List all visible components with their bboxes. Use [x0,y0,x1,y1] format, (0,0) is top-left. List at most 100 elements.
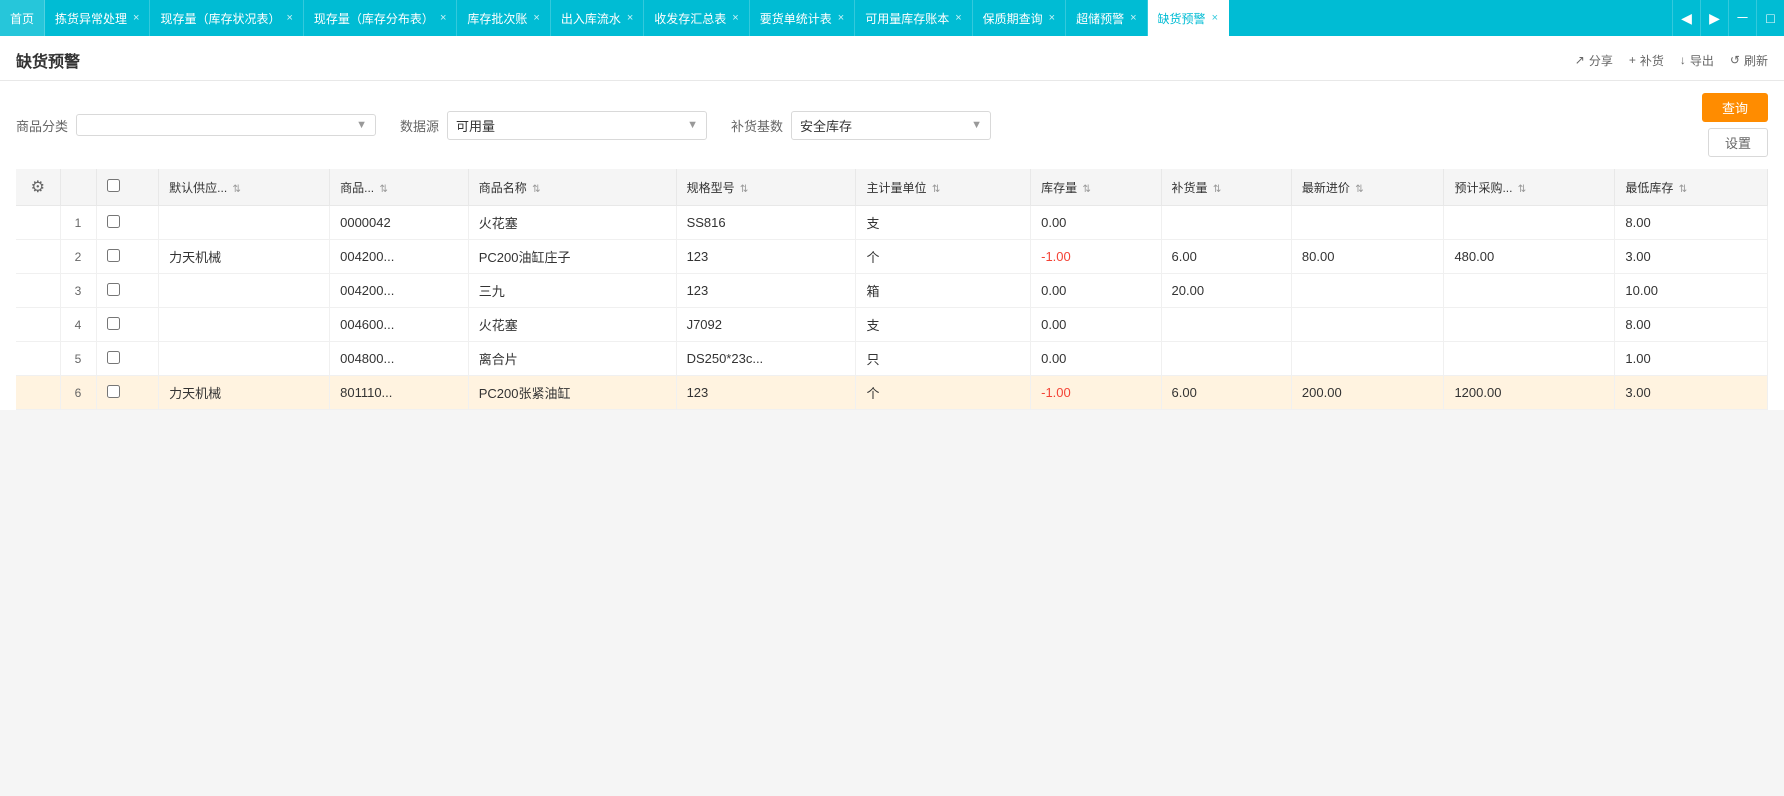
query-button[interactable]: 查询 [1702,93,1768,122]
min-stock-sort-icon[interactable]: ⇅ [1679,184,1687,195]
refresh-button[interactable]: ↺ 刷新 [1730,52,1768,69]
product-name-sort-icon[interactable]: ⇅ [532,184,540,195]
estimated-purchase-cell-4 [1444,342,1615,376]
nav-tab-close-4[interactable]: × [533,12,539,24]
nav-tab-label-3: 现存量（库存分布表） [314,10,434,27]
data-table: ⚙ 默认供应... ⇅ 商品... ⇅ 商品名称 [16,169,1768,410]
nav-tab-label-11: 缺货预警 [1158,10,1206,27]
estimated-purchase-col-label: 预计采购... [1454,181,1512,195]
min-stock-col-label: 最低库存 [1625,181,1673,195]
estimated-purchase-cell-0 [1444,206,1615,240]
estimated-purchase-sort-icon[interactable]: ⇅ [1518,184,1526,195]
datasource-filter: 数据源 可用量 ▼ [400,111,707,140]
row-num-1: 2 [60,240,96,274]
settings-button[interactable]: 设置 [1708,128,1768,157]
row-checkbox-cell-3 [96,308,159,342]
replenish-qty-sort-icon[interactable]: ⇅ [1213,184,1221,195]
row-settings-cell-3 [16,308,60,342]
nav-next-button[interactable]: ▶ [1700,0,1728,36]
nav-tab-close-11[interactable]: × [1212,12,1218,24]
estimated-purchase-cell-2 [1444,274,1615,308]
nav-tab-close-6[interactable]: × [732,12,738,24]
share-icon: ↗ [1575,53,1585,67]
nav-tab-6[interactable]: 收发存汇总表× [644,0,749,36]
unit-sort-icon[interactable]: ⇅ [932,184,940,195]
select-all-checkbox[interactable] [107,179,120,192]
export-button[interactable]: ↓ 导出 [1680,52,1714,69]
replenish-qty-col-header: 补货量 ⇅ [1161,169,1291,206]
row-checkbox-3[interactable] [107,317,120,330]
row-checkbox-1[interactable] [107,249,120,262]
nav-tab-2[interactable]: 现存量（库存状况表）× [150,0,303,36]
product-code-sort-icon[interactable]: ⇅ [379,184,387,195]
nav-tab-8[interactable]: 可用量库存账本× [855,0,972,36]
share-button[interactable]: ↗ 分享 [1575,52,1613,69]
stock-col-label: 库存量 [1041,181,1077,195]
min-stock-cell-1: 3.00 [1615,240,1768,274]
unit-cell-3: 支 [856,308,1031,342]
nav-prev-button[interactable]: ◀ [1672,0,1700,36]
nav-tab-close-1[interactable]: × [133,12,139,24]
min-stock-col-header: 最低库存 ⇅ [1615,169,1768,206]
latest-price-cell-0 [1291,206,1444,240]
replenish-button[interactable]: + 补货 [1629,52,1664,69]
nav-tab-1[interactable]: 拣货异常处理× [45,0,150,36]
row-checkbox-4[interactable] [107,351,120,364]
latest-price-sort-icon[interactable]: ⇅ [1355,184,1363,195]
checkbox-col-header [96,169,159,206]
nav-tab-close-5[interactable]: × [627,12,633,24]
page-title: 缺货预警 [16,48,80,72]
table-header-row: ⚙ 默认供应... ⇅ 商品... ⇅ 商品名称 [16,169,1768,206]
nav-tab-0[interactable]: 首页 [0,0,45,36]
product-name-cell-0: 火花塞 [468,206,676,240]
supplier-cell-1: 力天机械 [159,240,330,274]
table-row: 5004800...离合片DS250*23c...只0.001.00 [16,342,1768,376]
nav-minimize-button[interactable]: － [1728,0,1756,36]
product-name-col-header: 商品名称 ⇅ [468,169,676,206]
nav-maximize-button[interactable]: □ [1756,0,1784,36]
row-settings-cell-0 [16,206,60,240]
row-num-0: 1 [60,206,96,240]
replenish-basis-label: 补货基数 [731,116,783,135]
nav-tab-9[interactable]: 保质期查询× [973,0,1066,36]
replenish-qty-cell-4 [1161,342,1291,376]
spec-sort-icon[interactable]: ⇅ [740,184,748,195]
estimated-purchase-col-header: 预计采购... ⇅ [1444,169,1615,206]
nav-tab-11[interactable]: 缺货预警 × [1148,0,1229,36]
latest-price-cell-3 [1291,308,1444,342]
replenish-basis-select[interactable]: 安全库存 ▼ [791,111,991,140]
nav-tab-close-9[interactable]: × [1049,12,1055,24]
filter-bar: 商品分类 ▼ 数据源 可用量 ▼ 补货基数 安全库存 ▼ 查询 设置 [0,81,1784,169]
datasource-select[interactable]: 可用量 ▼ [447,111,707,140]
nav-tab-close-2[interactable]: × [286,12,292,24]
unit-col-label: 主计量单位 [866,181,926,195]
nav-tab-4[interactable]: 库存批次账× [457,0,550,36]
nav-tab-close-8[interactable]: × [955,12,961,24]
latest-price-col-header: 最新进价 ⇅ [1291,169,1444,206]
nav-tab-close-3[interactable]: × [440,12,446,24]
nav-tab-10[interactable]: 超储预警× [1066,0,1147,36]
row-checkbox-0[interactable] [107,215,120,228]
nav-tab-3[interactable]: 现存量（库存分布表） × [304,0,457,36]
nav-tab-close-7[interactable]: × [838,12,844,24]
product-name-cell-2: 三九 [468,274,676,308]
supplier-sort-icon[interactable]: ⇅ [233,184,241,195]
min-stock-cell-3: 8.00 [1615,308,1768,342]
stock-cell-3: 0.00 [1031,308,1161,342]
category-select[interactable]: ▼ [76,114,376,136]
row-checkbox-2[interactable] [107,283,120,296]
main-content: 缺货预警 ↗ 分享 + 补货 ↓ 导出 ↺ 刷新 商品分类 [0,36,1784,410]
nav-tab-5[interactable]: 出入库流水× [551,0,644,36]
row-checkbox-cell-2 [96,274,159,308]
page-header: 缺货预警 ↗ 分享 + 补货 ↓ 导出 ↺ 刷新 [0,36,1784,81]
unit-col-header: 主计量单位 ⇅ [856,169,1031,206]
filter-actions: 查询 设置 [1702,93,1768,157]
row-num-5: 6 [60,376,96,410]
row-checkbox-5[interactable] [107,385,120,398]
replenish-basis-value: 安全库存 [800,116,963,135]
stock-sort-icon[interactable]: ⇅ [1082,184,1090,195]
nav-tab-close-10[interactable]: × [1130,12,1136,24]
product-code-cell-5: 801110... [330,376,469,410]
nav-tab-7[interactable]: 要货单统计表× [750,0,855,36]
column-settings-icon[interactable]: ⚙ [31,179,45,196]
